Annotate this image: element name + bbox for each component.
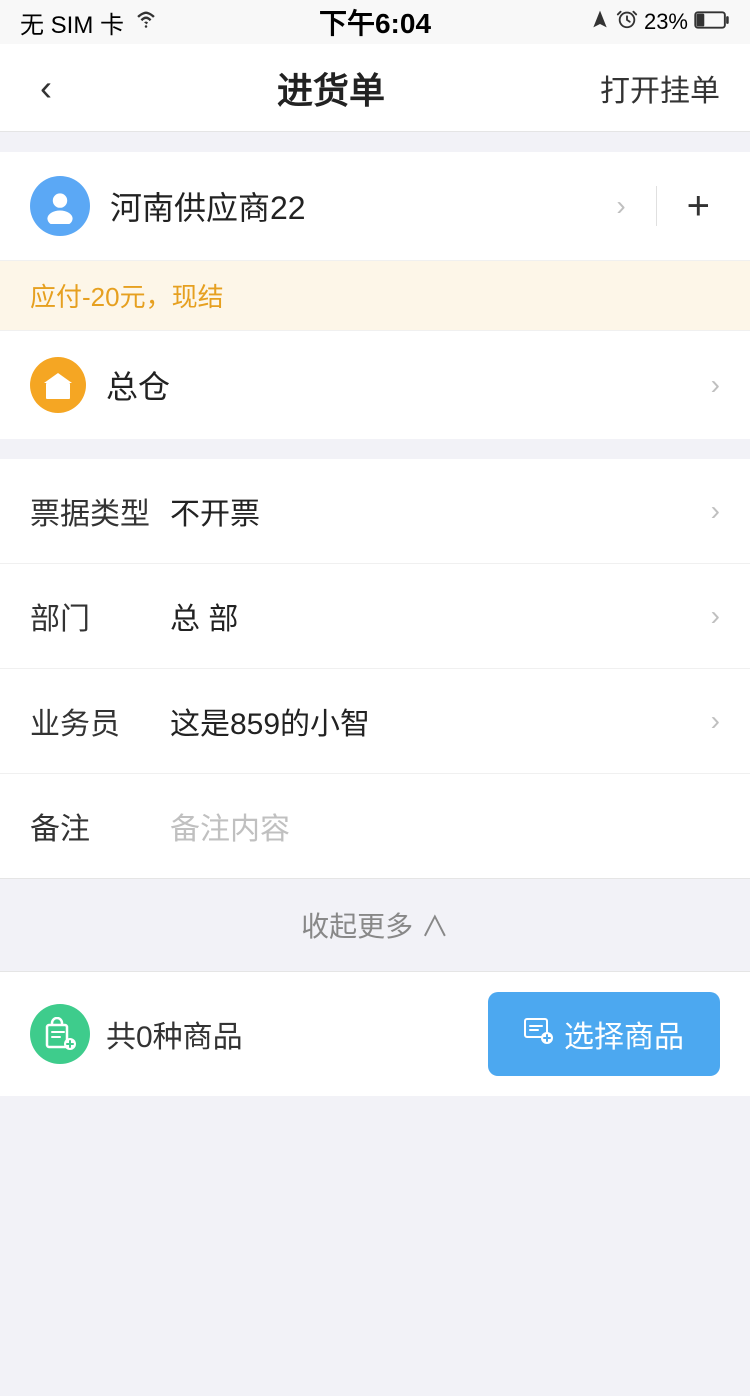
warehouse-icon bbox=[30, 357, 86, 413]
form-section: 票据类型 不开票 › 部门 总 部 › 业务员 这是859的小智 › 备注 备注… bbox=[0, 459, 750, 878]
supplier-section: 河南供应商22 › + 应付-20元，现结 总仓 › bbox=[0, 152, 750, 439]
wifi-icon bbox=[132, 8, 160, 36]
invoice-type-chevron-icon: › bbox=[711, 495, 720, 527]
form-row-remark[interactable]: 备注 备注内容 bbox=[0, 774, 750, 878]
top-divider bbox=[0, 132, 750, 152]
status-carrier: 无 SIM 卡 bbox=[20, 5, 160, 40]
department-value: 总 部 bbox=[160, 594, 711, 638]
open-pending-button[interactable]: 打开挂单 bbox=[600, 66, 720, 110]
remark-value[interactable]: 备注内容 bbox=[160, 804, 720, 848]
warehouse-row[interactable]: 总仓 › bbox=[0, 330, 750, 439]
remark-label: 备注 bbox=[30, 804, 160, 848]
battery-text: 23% bbox=[644, 9, 688, 35]
supplier-name: 河南供应商22 bbox=[110, 183, 616, 229]
supplier-row[interactable]: 河南供应商22 › + bbox=[0, 152, 750, 261]
product-count-icon bbox=[30, 1004, 90, 1064]
lower-area bbox=[0, 1096, 750, 1396]
product-count-text: 共0种商品 bbox=[106, 1012, 488, 1056]
nav-bar: ‹ 进货单 打开挂单 bbox=[0, 44, 750, 132]
bottom-bar: 共0种商品 选择商品 bbox=[0, 971, 750, 1096]
alarm-icon bbox=[616, 8, 638, 36]
page-title: 进货单 bbox=[277, 62, 385, 114]
salesperson-label: 业务员 bbox=[30, 699, 160, 743]
status-icons: 23% bbox=[590, 8, 730, 36]
add-supplier-button[interactable]: + bbox=[677, 184, 720, 229]
salesperson-chevron-icon: › bbox=[711, 705, 720, 737]
department-chevron-icon: › bbox=[711, 600, 720, 632]
notice-banner: 应付-20元，现结 bbox=[0, 261, 750, 330]
invoice-type-value: 不开票 bbox=[160, 489, 711, 533]
supplier-chevron-icon: › bbox=[616, 190, 625, 222]
select-btn-icon bbox=[524, 1018, 554, 1051]
status-time: 下午6:04 bbox=[319, 2, 431, 42]
collapse-row[interactable]: 收起更多 ∧ bbox=[0, 878, 750, 971]
invoice-type-label: 票据类型 bbox=[30, 489, 160, 533]
form-row-invoice-type[interactable]: 票据类型 不开票 › bbox=[0, 459, 750, 564]
select-product-button[interactable]: 选择商品 bbox=[488, 992, 720, 1076]
collapse-label: 收起更多 ∧ bbox=[301, 911, 449, 942]
carrier-text: 无 SIM 卡 bbox=[20, 5, 124, 40]
supplier-divider bbox=[656, 186, 657, 226]
select-product-label: 选择商品 bbox=[564, 1012, 684, 1056]
notice-text: 应付-20元，现结 bbox=[30, 282, 224, 312]
salesperson-value: 这是859的小智 bbox=[160, 699, 711, 743]
battery-icon bbox=[694, 9, 730, 35]
warehouse-chevron-icon: › bbox=[711, 369, 720, 401]
warehouse-name: 总仓 bbox=[106, 362, 711, 408]
status-bar: 无 SIM 卡 下午6:04 23% bbox=[0, 0, 750, 44]
form-row-department[interactable]: 部门 总 部 › bbox=[0, 564, 750, 669]
back-button[interactable]: ‹ bbox=[30, 57, 62, 119]
department-label: 部门 bbox=[30, 594, 160, 638]
supplier-avatar bbox=[30, 176, 90, 236]
location-icon bbox=[590, 9, 610, 35]
form-row-salesperson[interactable]: 业务员 这是859的小智 › bbox=[0, 669, 750, 774]
